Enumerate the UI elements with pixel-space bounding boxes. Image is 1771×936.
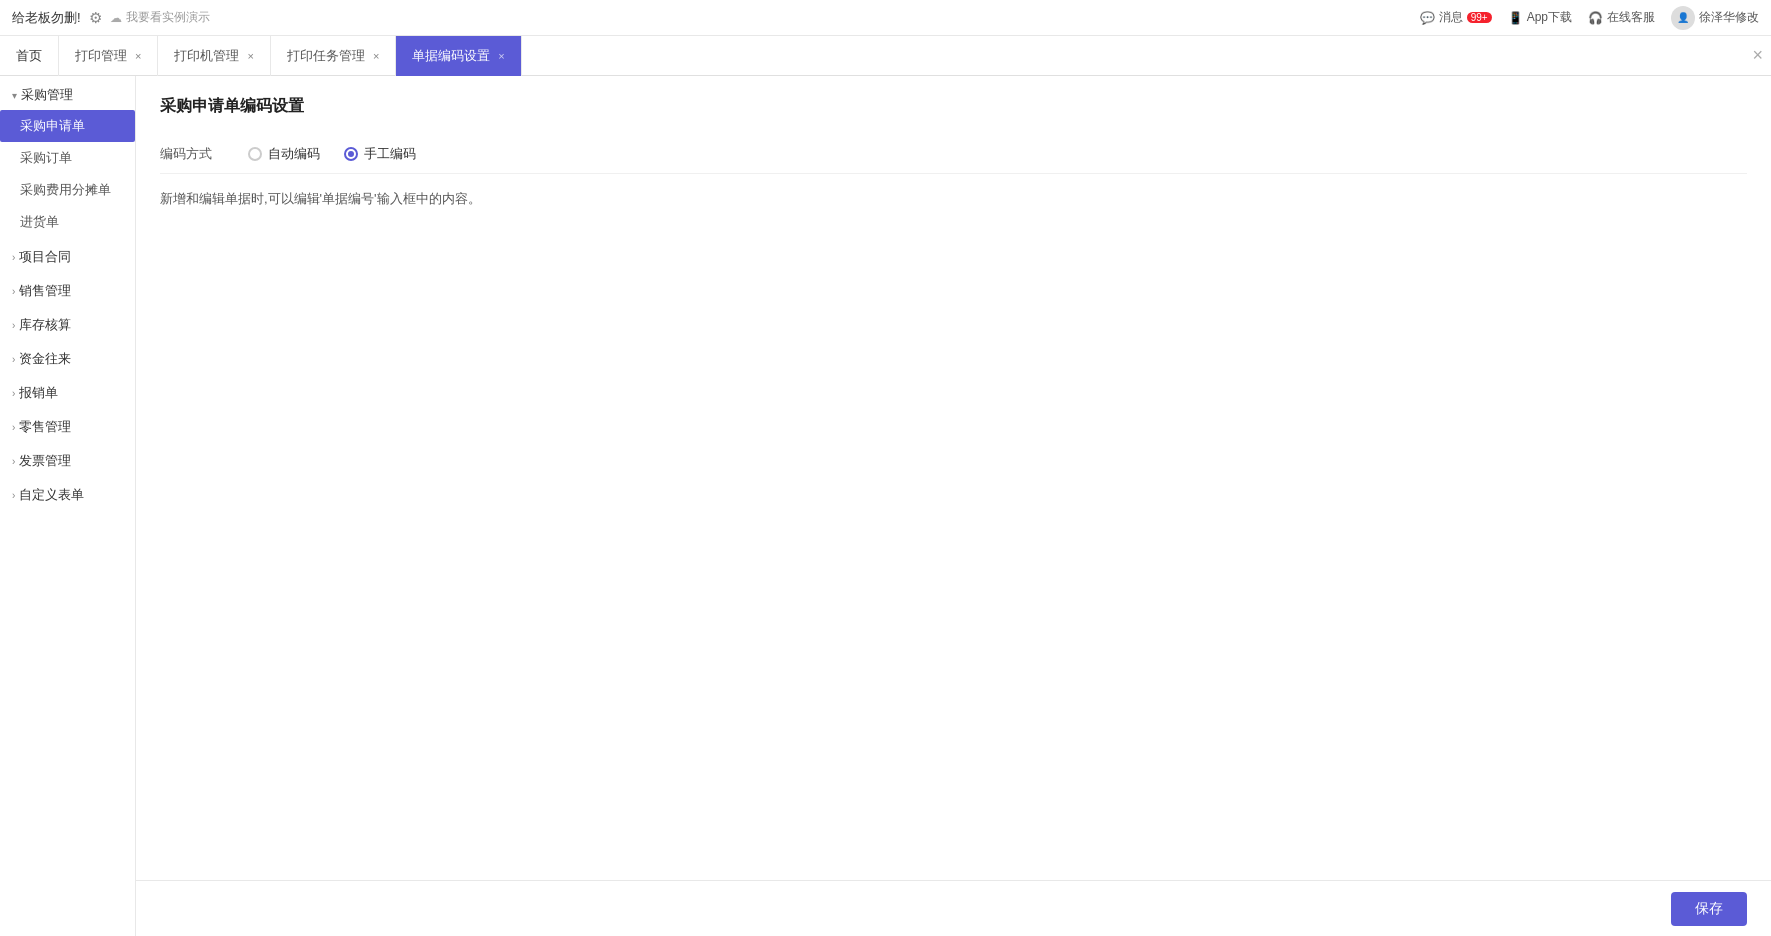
arrow-right-icon-7: › xyxy=(12,456,15,467)
sidebar-group-invoice-label: 发票管理 xyxy=(19,452,71,470)
sidebar-item-purchase-order[interactable]: 采购订单 xyxy=(0,142,135,174)
arrow-right-icon-8: › xyxy=(12,490,15,501)
auto-code-label: 自动编码 xyxy=(268,145,320,163)
sidebar-item-purchase-expense[interactable]: 采购费用分摊单 xyxy=(0,174,135,206)
main-layout: ▾ 采购管理 采购申请单 采购订单 采购费用分摊单 进货单 › 项目合同 xyxy=(0,76,1771,936)
example-link-text: 我要看实例演示 xyxy=(126,9,210,26)
message-icon: 💬 xyxy=(1420,11,1435,25)
sidebar-group-sales-title[interactable]: › 销售管理 xyxy=(0,272,135,306)
message-label: 消息 xyxy=(1439,9,1463,26)
tab-print-management-label: 打印管理 xyxy=(75,47,127,65)
arrow-right-icon-4: › xyxy=(12,354,15,365)
message-badge: 99+ xyxy=(1467,12,1492,23)
user-menu[interactable]: 👤 徐泽华修改 xyxy=(1671,6,1759,30)
content: 采购申请单编码设置 编码方式 自动编码 手工编码 新增和编辑单据时,可以编辑'单… xyxy=(136,76,1771,936)
sidebar-group-custom-form-title[interactable]: › 自定义表单 xyxy=(0,476,135,510)
tab-barcode-setting-label: 单据编码设置 xyxy=(412,47,490,65)
tab-print-management-close[interactable]: × xyxy=(135,50,141,62)
info-text: 新增和编辑单据时,可以编辑'单据编号'输入框中的内容。 xyxy=(160,190,1747,208)
sidebar-group-returns-title[interactable]: › 报销单 xyxy=(0,374,135,408)
encoding-label: 编码方式 xyxy=(160,145,212,163)
sidebar-item-stock-in[interactable]: 进货单 xyxy=(0,206,135,238)
sidebar-group-inventory-label: 库存核算 xyxy=(19,316,71,334)
avatar: 👤 xyxy=(1671,6,1695,30)
sidebar-group-custom-form-label: 自定义表单 xyxy=(19,486,84,504)
encoding-row: 编码方式 自动编码 手工编码 xyxy=(160,135,1747,174)
sidebar-group-retail-title[interactable]: › 零售管理 xyxy=(0,408,135,442)
save-button[interactable]: 保存 xyxy=(1671,892,1747,926)
manual-code-label: 手工编码 xyxy=(364,145,416,163)
tab-barcode-setting[interactable]: 单据编码设置 × xyxy=(396,36,521,76)
tab-bar: 首页 打印管理 × 打印机管理 × 打印任务管理 × 单据编码设置 × × xyxy=(0,36,1771,76)
radio-manual-circle[interactable] xyxy=(344,147,358,161)
tab-print-task[interactable]: 打印任务管理 × xyxy=(271,36,396,76)
page-title: 采购申请单编码设置 xyxy=(160,96,1747,117)
online-service-btn[interactable]: 🎧 在线客服 xyxy=(1588,9,1655,26)
arrow-down-icon: ▾ xyxy=(12,90,17,101)
example-link[interactable]: ☁ 我要看实例演示 xyxy=(110,9,210,26)
sidebar-group-returns: › 报销单 xyxy=(0,374,135,408)
sidebar-group-inventory-title[interactable]: › 库存核算 xyxy=(0,306,135,340)
tab-printer-management-close[interactable]: × xyxy=(247,50,253,62)
sidebar-group-finance-label: 资金往来 xyxy=(19,350,71,368)
sidebar-item-purchase-request-label: 采购申请单 xyxy=(20,118,85,133)
tab-print-task-label: 打印任务管理 xyxy=(287,47,365,65)
cloud-icon: ☁ xyxy=(110,11,122,25)
tab-print-management[interactable]: 打印管理 × xyxy=(59,36,158,76)
app-download-btn[interactable]: 📱 App下载 xyxy=(1508,9,1572,26)
sidebar-group-invoice: › 发票管理 xyxy=(0,442,135,476)
top-bar-left: 给老板勿删! ⚙ ☁ 我要看实例演示 xyxy=(12,9,210,27)
sidebar-group-retail: › 零售管理 xyxy=(0,408,135,442)
radio-auto-code[interactable]: 自动编码 xyxy=(248,145,320,163)
sidebar-group-purchase-title[interactable]: ▾ 采购管理 xyxy=(0,76,135,110)
sidebar-item-purchase-expense-label: 采购费用分摊单 xyxy=(20,182,111,197)
arrow-right-icon-6: › xyxy=(12,422,15,433)
sidebar-group-returns-label: 报销单 xyxy=(19,384,58,402)
service-icon: 🎧 xyxy=(1588,11,1603,25)
sidebar-group-project-label: 项目合同 xyxy=(19,248,71,266)
message-btn[interactable]: 💬 消息 99+ xyxy=(1420,9,1492,26)
app-icon: 📱 xyxy=(1508,11,1523,25)
sidebar-group-project-title[interactable]: › 项目合同 xyxy=(0,238,135,272)
radio-auto-circle[interactable] xyxy=(248,147,262,161)
sidebar-item-stock-in-label: 进货单 xyxy=(20,214,59,229)
sidebar-group-purchase: ▾ 采购管理 采购申请单 采购订单 采购费用分摊单 进货单 xyxy=(0,76,135,238)
tab-bar-right: × xyxy=(522,45,1771,66)
sidebar-item-purchase-request[interactable]: 采购申请单 xyxy=(0,110,135,142)
top-bar-right: 💬 消息 99+ 📱 App下载 🎧 在线客服 👤 徐泽华修改 xyxy=(1420,6,1759,30)
tab-printer-management-label: 打印机管理 xyxy=(174,47,239,65)
tab-print-task-close[interactable]: × xyxy=(373,50,379,62)
sidebar-group-finance-title[interactable]: › 资金往来 xyxy=(0,340,135,374)
sidebar-group-custom-form: › 自定义表单 xyxy=(0,476,135,510)
sidebar-group-sales-label: 销售管理 xyxy=(19,282,71,300)
app-download-label: App下载 xyxy=(1527,9,1572,26)
arrow-right-icon-3: › xyxy=(12,320,15,331)
content-inner: 采购申请单编码设置 编码方式 自动编码 手工编码 新增和编辑单据时,可以编辑'单… xyxy=(136,76,1771,880)
arrow-right-icon-2: › xyxy=(12,286,15,297)
user-name: 徐泽华修改 xyxy=(1699,9,1759,26)
tab-printer-management[interactable]: 打印机管理 × xyxy=(158,36,270,76)
tab-barcode-setting-close[interactable]: × xyxy=(498,50,504,62)
sidebar-group-purchase-label: 采购管理 xyxy=(21,86,73,104)
settings-icon[interactable]: ⚙ xyxy=(89,9,102,27)
sidebar: ▾ 采购管理 采购申请单 采购订单 采购费用分摊单 进货单 › 项目合同 xyxy=(0,76,136,936)
sidebar-group-inventory: › 库存核算 xyxy=(0,306,135,340)
sidebar-group-project: › 项目合同 xyxy=(0,238,135,272)
tab-home[interactable]: 首页 xyxy=(0,36,59,76)
sidebar-group-finance: › 资金往来 xyxy=(0,340,135,374)
app-title: 给老板勿删! xyxy=(12,9,81,27)
arrow-right-icon: › xyxy=(12,252,15,263)
arrow-right-icon-5: › xyxy=(12,388,15,399)
radio-manual-code[interactable]: 手工编码 xyxy=(344,145,416,163)
online-service-label: 在线客服 xyxy=(1607,9,1655,26)
sidebar-group-invoice-title[interactable]: › 发票管理 xyxy=(0,442,135,476)
tab-home-label: 首页 xyxy=(16,47,42,65)
sidebar-group-retail-label: 零售管理 xyxy=(19,418,71,436)
close-all-icon[interactable]: × xyxy=(1752,45,1763,66)
sidebar-group-sales: › 销售管理 xyxy=(0,272,135,306)
sidebar-item-purchase-order-label: 采购订单 xyxy=(20,150,72,165)
top-bar: 给老板勿删! ⚙ ☁ 我要看实例演示 💬 消息 99+ 📱 App下载 🎧 在线… xyxy=(0,0,1771,36)
bottom-bar: 保存 xyxy=(136,880,1771,936)
